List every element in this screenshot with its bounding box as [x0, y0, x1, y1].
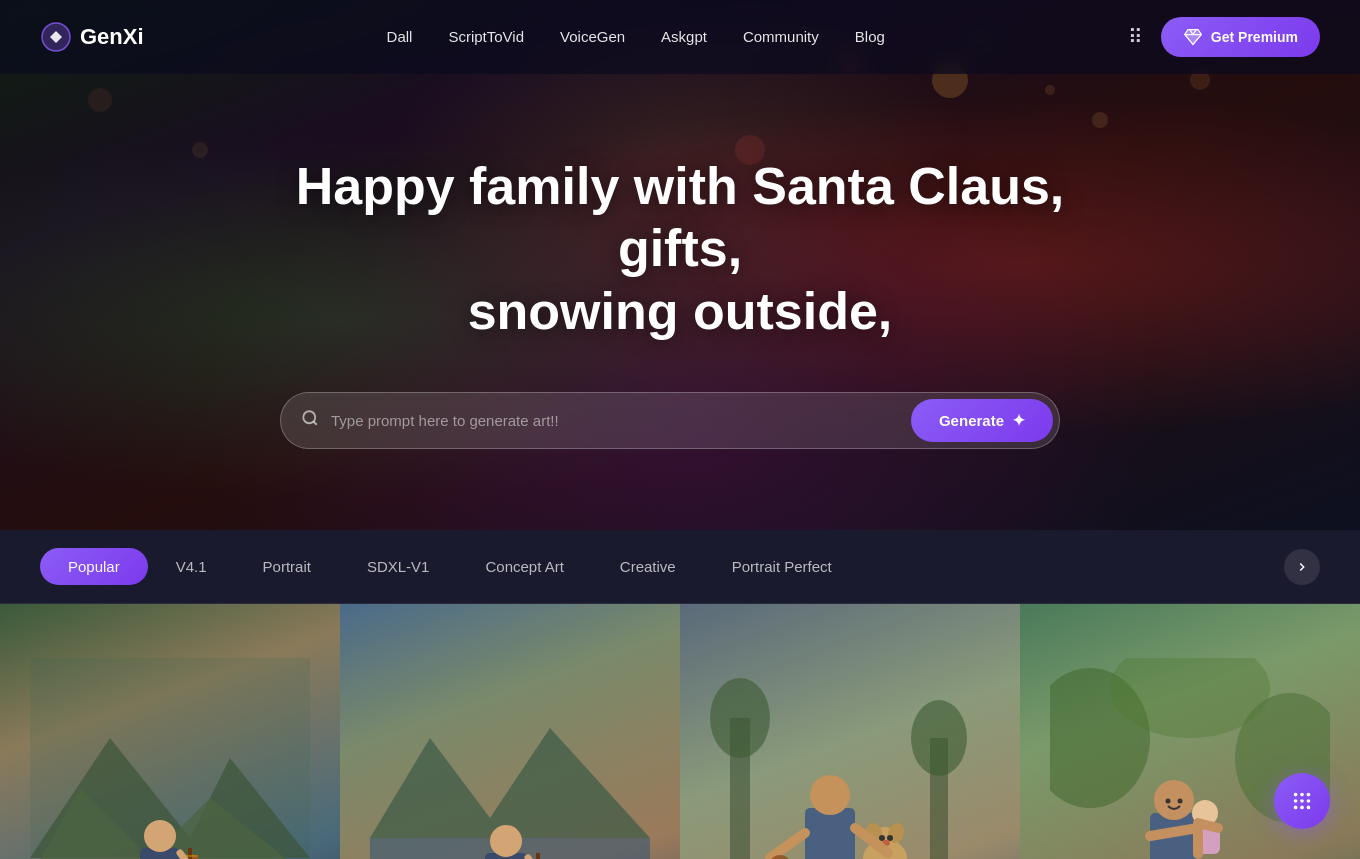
gallery-image-1 — [0, 604, 340, 859]
svg-point-87 — [1294, 799, 1298, 803]
logo-icon — [40, 21, 72, 53]
svg-point-10 — [303, 411, 315, 423]
tab-creative[interactable]: Creative — [592, 548, 704, 585]
grid-icon[interactable]: ⠿ — [1128, 25, 1145, 49]
generate-button[interactable]: Generate ✦ — [911, 399, 1053, 442]
tab-popular[interactable]: Popular — [40, 548, 148, 585]
svg-line-57 — [770, 833, 805, 858]
svg-line-73 — [1198, 823, 1218, 828]
floating-action-button[interactable] — [1274, 773, 1330, 829]
search-bar: Generate ✦ — [280, 392, 1060, 449]
svg-point-46 — [911, 700, 967, 776]
tab-v41[interactable]: V4.1 — [148, 548, 235, 585]
hero-content: Happy family with Santa Claus, gifts, sn… — [260, 155, 1100, 449]
gallery — [0, 604, 1360, 859]
svg-point-17 — [144, 820, 176, 852]
tab-concept-art[interactable]: Concept Art — [457, 548, 591, 585]
gallery-item-2[interactable] — [340, 604, 680, 859]
svg-point-6 — [88, 88, 112, 112]
svg-point-70 — [1197, 806, 1213, 820]
svg-point-84 — [1294, 793, 1298, 797]
tabs-section: Popular V4.1 Portrait SDXL-V1 Concept Ar… — [0, 530, 1360, 604]
svg-point-75 — [1178, 799, 1183, 804]
search-icon — [301, 409, 319, 432]
svg-point-86 — [1307, 793, 1311, 797]
hero-section: Happy family with Santa Claus, gifts, sn… — [0, 0, 1360, 530]
svg-point-90 — [1294, 806, 1298, 810]
nav-community[interactable]: Community — [743, 28, 819, 45]
svg-point-85 — [1300, 793, 1304, 797]
navbar: GenXi Dall ScriptToVid VoiceGen Askgpt C… — [0, 0, 1360, 74]
svg-point-91 — [1300, 806, 1304, 810]
svg-point-49 — [810, 775, 850, 815]
get-premium-button[interactable]: Get Premium — [1161, 17, 1320, 57]
svg-rect-48 — [805, 808, 855, 859]
svg-point-7 — [192, 142, 208, 158]
svg-rect-20 — [188, 848, 192, 859]
svg-point-44 — [710, 678, 770, 758]
generate-label: Generate — [939, 412, 1004, 429]
gallery-image-3 — [680, 604, 1020, 859]
hero-title-line1: Happy family with Santa Claus, gifts, — [296, 157, 1065, 277]
search-input[interactable] — [331, 412, 911, 429]
gallery-item-3[interactable] — [680, 604, 1020, 859]
hero-title-line2: snowing outside, — [468, 282, 893, 340]
nav-dall[interactable]: Dall — [387, 28, 413, 45]
nav-voicegen[interactable]: VoiceGen — [560, 28, 625, 45]
svg-rect-37 — [536, 853, 540, 859]
tab-portrait[interactable]: Portrait — [235, 548, 339, 585]
svg-point-55 — [887, 835, 893, 841]
svg-point-74 — [1166, 799, 1171, 804]
fab-grid-icon — [1291, 790, 1313, 812]
svg-point-67 — [1154, 780, 1194, 820]
gallery-image-2 — [340, 604, 680, 859]
nav-blog[interactable]: Blog — [855, 28, 885, 45]
gallery-item-1[interactable] — [0, 604, 340, 859]
svg-point-88 — [1300, 799, 1304, 803]
logo[interactable]: GenXi — [40, 21, 144, 53]
premium-label: Get Premium — [1211, 29, 1298, 45]
nav-scripttovid[interactable]: ScriptToVid — [448, 28, 524, 45]
logo-text: GenXi — [80, 24, 144, 50]
svg-point-3 — [1092, 112, 1108, 128]
tab-next-arrow[interactable] — [1284, 549, 1320, 585]
hero-title: Happy family with Santa Claus, gifts, sn… — [280, 155, 1080, 342]
nav-right: ⠿ Get Premium — [1128, 17, 1320, 57]
svg-point-54 — [879, 835, 885, 841]
tab-portrait-perfect[interactable]: Portrait Perfect — [704, 548, 860, 585]
svg-point-9 — [1045, 85, 1055, 95]
svg-line-11 — [313, 422, 316, 425]
svg-point-34 — [490, 825, 522, 857]
sparkle-icon: ✦ — [1012, 411, 1025, 430]
svg-point-92 — [1307, 806, 1311, 810]
diamond-icon — [1183, 27, 1203, 47]
tab-sdxl[interactable]: SDXL-V1 — [339, 548, 458, 585]
nav-links: Dall ScriptToVid VoiceGen Askgpt Communi… — [387, 28, 885, 46]
nav-askgpt[interactable]: Askgpt — [661, 28, 707, 45]
svg-marker-30 — [370, 728, 650, 838]
svg-point-89 — [1307, 799, 1311, 803]
